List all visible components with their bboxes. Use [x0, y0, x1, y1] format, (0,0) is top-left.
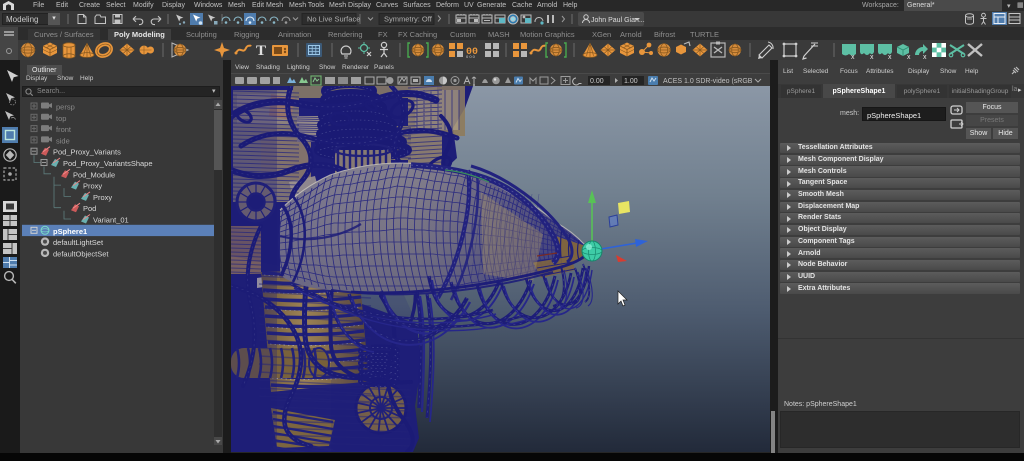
svg-text:Pod_Module: Pod_Module [73, 170, 115, 179]
svg-text:Variant_01: Variant_01 [93, 216, 129, 225]
svg-text:defaultObjectSet: defaultObjectSet [53, 249, 109, 258]
svg-text:Proxy: Proxy [93, 193, 112, 202]
svg-text:No Live Surface: No Live Surface [307, 15, 360, 24]
svg-text:front: front [56, 125, 72, 134]
svg-text:Symmetry: Off: Symmetry: Off [384, 15, 433, 24]
svg-text:T: T [256, 43, 266, 59]
svg-text:Pod_Proxy_Variants: Pod_Proxy_Variants [53, 148, 121, 157]
svg-text:0 0 0: 0 0 0 [466, 54, 476, 59]
svg-text:side: side [56, 136, 70, 145]
svg-text:pSphere1: pSphere1 [53, 227, 87, 236]
svg-text:defaultLightSet: defaultLightSet [53, 238, 104, 247]
svg-text:Proxy: Proxy [83, 182, 102, 191]
svg-text:Pod: Pod [83, 204, 96, 213]
svg-text:1.00: 1.00 [624, 78, 638, 85]
svg-text:ACES 1.0 SDR-video (sRGB: ACES 1.0 SDR-video (sRGB [663, 78, 753, 85]
svg-text:top: top [56, 114, 66, 123]
svg-text:0.00: 0.00 [590, 78, 604, 85]
svg-text:persp: persp [56, 103, 75, 112]
svg-text:Pod_Proxy_VariantsShape: Pod_Proxy_VariantsShape [63, 159, 153, 168]
